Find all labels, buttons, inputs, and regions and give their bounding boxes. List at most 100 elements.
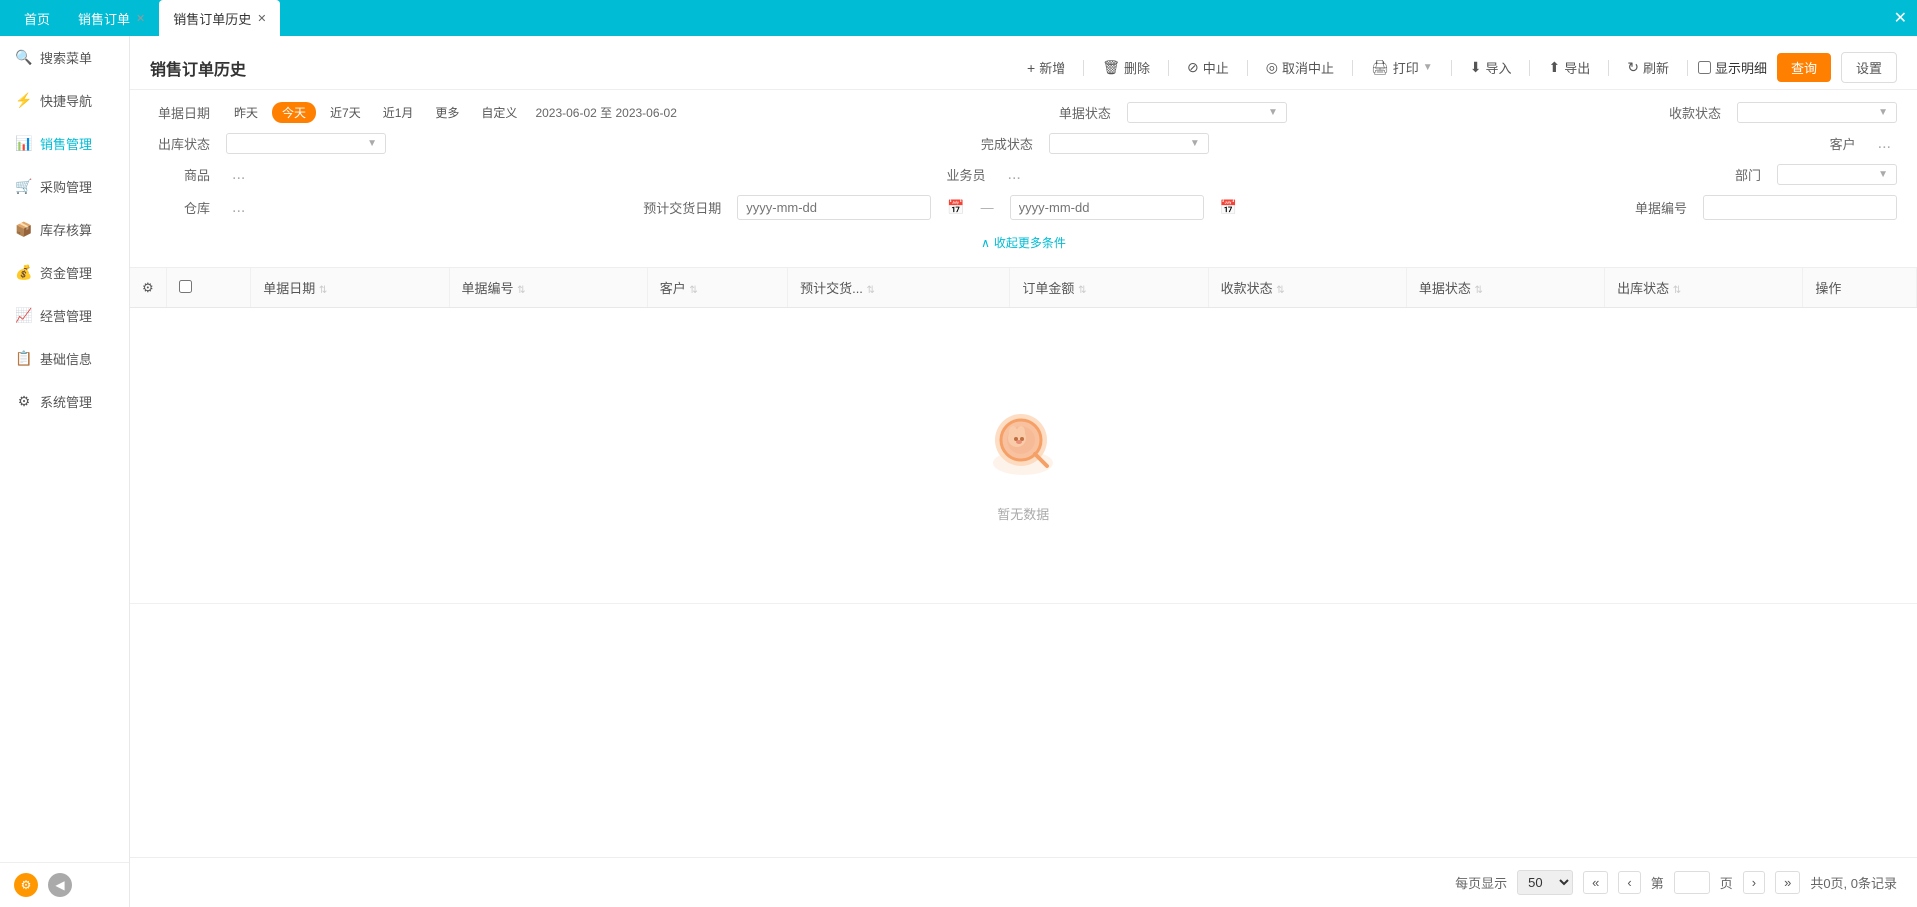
tab-home[interactable]: 首页 [10, 0, 64, 36]
table-col-amount[interactable]: 订单金额 ⇅ [1010, 268, 1208, 308]
prev-page-btn[interactable]: ‹ [1618, 871, 1640, 894]
department-select[interactable]: ▼ [1777, 164, 1897, 185]
window-close-btn[interactable]: ✕ [1894, 8, 1907, 28]
sidebar-bottom: ⚙ ◀ [0, 862, 129, 907]
sort-order-status-icon: ⇅ [1475, 285, 1483, 296]
calendar-end-icon[interactable]: 📅 [1220, 199, 1237, 216]
data-table: ⚙ 单据日期 ⇅ 单据编号 ⇅ 客户 ⇅ [130, 268, 1917, 604]
display-detail-checkbox[interactable] [1698, 61, 1711, 74]
completion-status-label: 完成状态 [973, 134, 1033, 153]
tab-sales-order-history-close[interactable]: ✕ [257, 12, 266, 25]
date-btn-today[interactable]: 今天 [272, 102, 316, 123]
sidebar-item-quicknav[interactable]: ⚡ 快捷导航 [0, 79, 129, 122]
sort-shipment-icon: ⇅ [1673, 285, 1681, 296]
table-col-delivery[interactable]: 预计交货... ⇅ [788, 268, 1010, 308]
operations-icon: 📈 [16, 308, 32, 324]
settings-button[interactable]: 设置 [1841, 52, 1897, 83]
sort-customer-icon: ⇅ [689, 285, 697, 296]
tab-sales-order-history[interactable]: 销售订单历史 ✕ [159, 0, 280, 36]
date-btn-last7[interactable]: 近7天 [322, 102, 369, 123]
delete-button[interactable]: 🗑 删除 [1094, 54, 1158, 81]
warehouse-label: 仓库 [150, 198, 210, 217]
delivery-date-start[interactable] [737, 195, 931, 220]
tab-sales-order-close[interactable]: ✕ [136, 12, 145, 25]
new-button[interactable]: + 新增 [1019, 54, 1073, 81]
sidebar-item-purchase[interactable]: 🛒 采购管理 [0, 165, 129, 208]
completion-status-select[interactable]: ▼ [1049, 133, 1209, 154]
order-status-select[interactable]: ▼ [1127, 102, 1287, 123]
next-page-btn[interactable]: › [1743, 871, 1765, 894]
export-button[interactable]: ⬆ 导出 [1540, 54, 1598, 81]
table-col-operation: 操作 [1803, 268, 1917, 308]
delete-label: 删除 [1124, 58, 1150, 77]
cancel-stop-button[interactable]: ◎ 取消中止 [1258, 54, 1342, 81]
delivery-date-end[interactable] [1010, 195, 1204, 220]
date-btn-more[interactable]: 更多 [427, 102, 467, 123]
empty-state: 暂无数据 [130, 308, 1917, 603]
calendar-start-icon[interactable]: 📅 [947, 199, 964, 216]
order-status-dropdown-icon: ▼ [1268, 107, 1278, 118]
department-dropdown-icon: ▼ [1878, 169, 1888, 180]
table-col-order-status[interactable]: 单据状态 ⇅ [1406, 268, 1604, 308]
filter-row-date: 单据日期 昨天 今天 近7天 近1月 更多 自定义 2023-06-02 至 2… [150, 102, 1897, 123]
sidebar-item-operations[interactable]: 📈 经营管理 [0, 294, 129, 337]
sidebar-settings-btn[interactable]: ⚙ [14, 873, 38, 897]
sep5 [1451, 60, 1452, 76]
table-col-shipment[interactable]: 出库状态 ⇅ [1605, 268, 1803, 308]
order-number-input[interactable] [1703, 195, 1897, 220]
refresh-label: 刷新 [1643, 58, 1669, 77]
sidebar-item-finance[interactable]: 💰 资金管理 [0, 251, 129, 294]
col-order-status-label: 单据状态 [1419, 281, 1471, 296]
content-area: 销售订单历史 + 新增 🗑 删除 ⊘ 中止 [130, 36, 1917, 907]
col-date-label: 单据日期 [263, 281, 315, 296]
table-col-date[interactable]: 单据日期 ⇅ [251, 268, 449, 308]
query-button[interactable]: 查询 [1777, 53, 1831, 82]
col-amount-label: 订单金额 [1022, 281, 1074, 296]
customer-picker[interactable]: ... [1872, 135, 1897, 153]
sidebar-item-search-label: 搜索菜单 [40, 48, 92, 67]
date-btn-last1month[interactable]: 近1月 [375, 102, 422, 123]
warehouse-picker[interactable]: ... [226, 199, 251, 217]
sidebar-item-search[interactable]: 🔍 搜索菜单 [0, 36, 129, 79]
col-delivery-label: 预计交货... [800, 281, 863, 296]
last-page-btn[interactable]: » [1775, 871, 1800, 894]
table-settings-col[interactable]: ⚙ [130, 268, 166, 308]
cancel-stop-label: 取消中止 [1282, 58, 1334, 77]
payment-status-select[interactable]: ▼ [1737, 102, 1897, 123]
department-label: 部门 [1701, 165, 1761, 184]
table-col-checkbox[interactable] [166, 268, 251, 308]
table-col-payment[interactable]: 收款状态 ⇅ [1208, 268, 1406, 308]
date-btn-custom[interactable]: 自定义 [473, 102, 525, 123]
product-picker[interactable]: ... [226, 166, 251, 184]
shipment-status-dropdown-icon: ▼ [367, 138, 377, 149]
delete-icon: 🗑 [1102, 59, 1120, 76]
table-col-customer[interactable]: 客户 ⇅ [647, 268, 787, 308]
filter-area: 单据日期 昨天 今天 近7天 近1月 更多 自定义 2023-06-02 至 2… [130, 90, 1917, 268]
shipment-status-select[interactable]: ▼ [226, 133, 386, 154]
sep6 [1529, 60, 1530, 76]
sidebar-item-inventory[interactable]: 📦 库存核算 [0, 208, 129, 251]
print-button[interactable]: 🖨 打印 ▼ [1363, 54, 1441, 81]
sidebar-item-sales[interactable]: 📊 销售管理 [0, 122, 129, 165]
first-page-btn[interactable]: « [1583, 871, 1608, 894]
sidebar-item-system[interactable]: ⚙ 系统管理 [0, 380, 129, 423]
current-page-input[interactable]: 1 [1674, 871, 1710, 894]
table-col-number[interactable]: 单据编号 ⇅ [449, 268, 647, 308]
tab-sales-order[interactable]: 销售订单 ✕ [64, 0, 159, 36]
select-all-checkbox[interactable] [179, 280, 192, 293]
page-total: 共0页, 0条记录 [1810, 873, 1897, 892]
sidebar-item-basicinfo[interactable]: 📋 基础信息 [0, 337, 129, 380]
display-detail-check[interactable]: 显示明细 [1698, 58, 1767, 77]
per-page-select[interactable]: 50 100 200 [1517, 870, 1573, 895]
empty-icon [973, 388, 1073, 488]
sidebar-collapse-btn[interactable]: ◀ [48, 873, 72, 897]
refresh-button[interactable]: ↻ 刷新 [1619, 54, 1677, 81]
completion-status-dropdown-icon: ▼ [1190, 138, 1200, 149]
date-btn-yesterday[interactable]: 昨天 [226, 102, 266, 123]
salesperson-picker[interactable]: ... [1002, 166, 1027, 184]
collapse-button[interactable]: ∧ 收起更多条件 [977, 230, 1070, 255]
import-button[interactable]: ⬇ 导入 [1462, 54, 1520, 81]
stop-button[interactable]: ⊘ 中止 [1179, 54, 1237, 81]
filter-row-status: 出库状态 ▼ 完成状态 ▼ 客户 ... [150, 133, 1897, 154]
tab-sales-order-label: 销售订单 [78, 9, 130, 28]
